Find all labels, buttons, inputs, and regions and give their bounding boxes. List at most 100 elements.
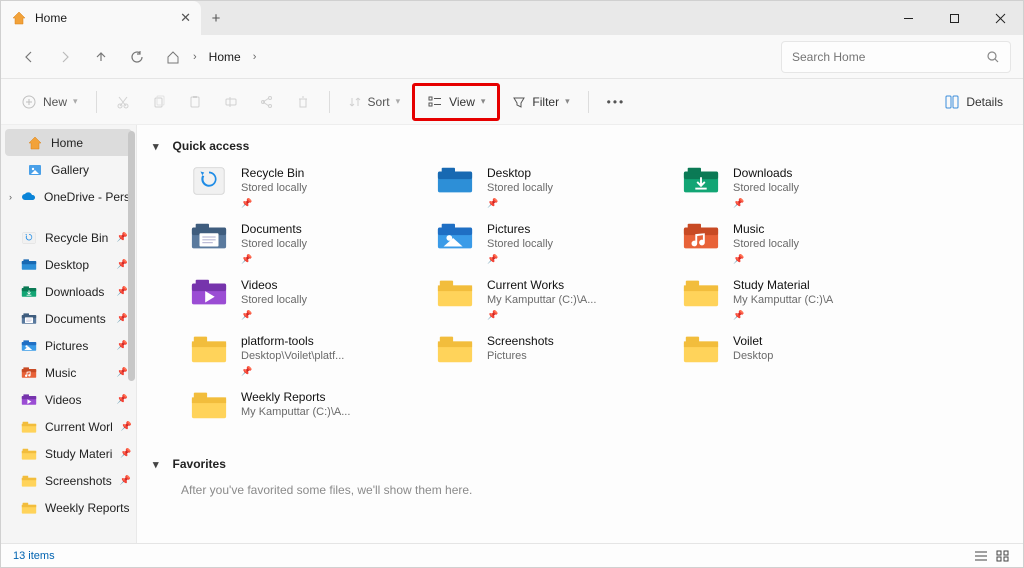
- sort-button[interactable]: Sort ▾: [340, 86, 409, 118]
- sidebar-item-current-worl[interactable]: Current Worl 📌: [1, 413, 136, 440]
- pin-icon: 📌: [241, 253, 307, 265]
- quick-access-item[interactable]: Weekly Reports My Kamputtar (C:)\A...: [189, 389, 435, 435]
- quick-access-item[interactable]: Music Stored locally 📌: [681, 221, 927, 267]
- sidebar-item-downloads[interactable]: Downloads📌: [1, 278, 136, 305]
- section-favorites-header[interactable]: ▾ Favorites: [153, 457, 1007, 471]
- sidebar-item-weekly-reports[interactable]: Weekly Reports📌: [1, 494, 136, 521]
- item-name: Music: [733, 221, 799, 237]
- item-name: Voilet: [733, 333, 773, 349]
- item-name: Study Material: [733, 277, 833, 293]
- pin-icon: 📌: [120, 448, 131, 459]
- content-area[interactable]: ▾ Quick access Recycle Bin Stored locall…: [137, 125, 1023, 543]
- quick-access-item[interactable]: Screenshots Pictures: [435, 333, 681, 379]
- back-button[interactable]: [13, 41, 45, 73]
- folder-icon: [435, 277, 475, 309]
- close-button[interactable]: [977, 1, 1023, 35]
- item-location: My Kamputtar (C:)\A: [733, 293, 833, 308]
- sidebar-item-label: Study Materi: [45, 447, 112, 461]
- tab-home[interactable]: Home ✕: [1, 1, 201, 35]
- search-box[interactable]: [781, 41, 1011, 73]
- copy-button[interactable]: [143, 86, 175, 118]
- chevron-right-icon: ›: [193, 51, 197, 63]
- scrollbar-thumb[interactable]: [128, 131, 135, 381]
- new-button[interactable]: New ▾: [13, 86, 86, 118]
- sidebar-item-desktop[interactable]: Desktop📌: [1, 251, 136, 278]
- sidebar-item-videos[interactable]: Videos📌: [1, 386, 136, 413]
- view-button[interactable]: View ▾: [419, 86, 493, 118]
- pin-icon: 📌: [117, 313, 128, 324]
- filter-button[interactable]: Filter ▾: [504, 86, 577, 118]
- more-button[interactable]: •••: [599, 86, 634, 118]
- section-quick-access-header[interactable]: ▾ Quick access: [153, 139, 1007, 153]
- quick-access-item[interactable]: Desktop Stored locally 📌: [435, 165, 681, 211]
- sidebar-item-documents[interactable]: Documents📌: [1, 305, 136, 332]
- sidebar-item-label: Weekly Reports: [45, 501, 129, 515]
- downloads-icon: [681, 165, 721, 197]
- item-name: Recycle Bin: [241, 165, 307, 181]
- forward-button[interactable]: [49, 41, 81, 73]
- share-button[interactable]: [251, 86, 283, 118]
- sidebar-item-label: OneDrive - Pers: [44, 190, 130, 204]
- item-location: Stored locally: [241, 181, 307, 196]
- quick-access-item[interactable]: Pictures Stored locally 📌: [435, 221, 681, 267]
- item-location: Desktop: [733, 349, 773, 364]
- sidebar-item-onedrive---pers[interactable]: › OneDrive - Pers: [1, 183, 136, 210]
- item-name: Current Works: [487, 277, 596, 293]
- item-name: platform-tools: [241, 333, 344, 349]
- chevron-right-icon: ›: [9, 192, 12, 202]
- quick-access-item[interactable]: Voilet Desktop: [681, 333, 927, 379]
- item-name: Documents: [241, 221, 307, 237]
- cut-button[interactable]: [107, 86, 139, 118]
- item-location: Stored locally: [733, 237, 799, 252]
- sidebar-item-screenshots[interactable]: Screenshots📌: [1, 467, 136, 494]
- item-location: Stored locally: [487, 181, 553, 196]
- search-input[interactable]: [792, 50, 986, 64]
- pin-icon: 📌: [117, 232, 128, 243]
- title-bar: Home ✕ +: [1, 1, 1023, 35]
- delete-button[interactable]: [287, 86, 319, 118]
- quick-access-item[interactable]: platform-tools Desktop\Voilet\platf... 📌: [189, 333, 435, 379]
- sidebar-item-recycle-bin[interactable]: Recycle Bin📌: [1, 224, 136, 251]
- paste-button[interactable]: [179, 86, 211, 118]
- pin-icon: 📌: [120, 475, 131, 486]
- sidebar-item-music[interactable]: Music📌: [1, 359, 136, 386]
- sidebar-item-study-materi[interactable]: Study Materi 📌: [1, 440, 136, 467]
- rename-button[interactable]: [215, 86, 247, 118]
- folder-icon: [681, 277, 721, 309]
- folder-icon: [435, 333, 475, 365]
- quick-access-item[interactable]: Current Works My Kamputtar (C:)\A... 📌: [435, 277, 681, 323]
- quick-access-item[interactable]: Recycle Bin Stored locally 📌: [189, 165, 435, 211]
- details-view-icon[interactable]: [973, 549, 989, 563]
- new-tab-button[interactable]: +: [201, 10, 231, 27]
- sidebar-item-pictures[interactable]: Pictures📌: [1, 332, 136, 359]
- maximize-button[interactable]: [931, 1, 977, 35]
- quick-access-item[interactable]: Videos Stored locally 📌: [189, 277, 435, 323]
- item-name: Desktop: [487, 165, 553, 181]
- quick-access-item[interactable]: Downloads Stored locally 📌: [681, 165, 927, 211]
- details-button[interactable]: Details: [936, 86, 1011, 118]
- thumbnails-view-icon[interactable]: [995, 549, 1011, 563]
- folder-icon: [21, 473, 37, 489]
- sidebar-item-label: Current Worl: [45, 420, 113, 434]
- close-icon[interactable]: ✕: [180, 10, 191, 26]
- item-name: Downloads: [733, 165, 799, 181]
- sidebar-item-label: Downloads: [45, 285, 104, 299]
- up-button[interactable]: [85, 41, 117, 73]
- favorites-empty-text: After you've favorited some files, we'll…: [181, 483, 1007, 497]
- music-icon: [21, 365, 37, 381]
- command-bar: New ▾ Sort ▾ View ▾ Filter ▾ ••• Details: [1, 79, 1023, 125]
- minimize-button[interactable]: [885, 1, 931, 35]
- tab-title: Home: [35, 11, 172, 25]
- sidebar-item-gallery[interactable]: Gallery: [1, 156, 136, 183]
- quick-access-item[interactable]: Study Material My Kamputtar (C:)\A 📌: [681, 277, 927, 323]
- address-bar[interactable]: › Home ›: [157, 41, 777, 73]
- sidebar-item-home[interactable]: Home: [5, 129, 132, 156]
- pin-icon: 📌: [733, 309, 833, 321]
- refresh-button[interactable]: [121, 41, 153, 73]
- pin-icon: 📌: [241, 197, 307, 209]
- pin-icon: 📌: [117, 259, 128, 270]
- quick-access-item[interactable]: Documents Stored locally 📌: [189, 221, 435, 267]
- item-location: Desktop\Voilet\platf...: [241, 349, 344, 364]
- pin-icon: 📌: [121, 421, 132, 432]
- navigation-pane[interactable]: HomeGallery › OneDrive - Pers Recycle Bin📌…: [1, 125, 137, 543]
